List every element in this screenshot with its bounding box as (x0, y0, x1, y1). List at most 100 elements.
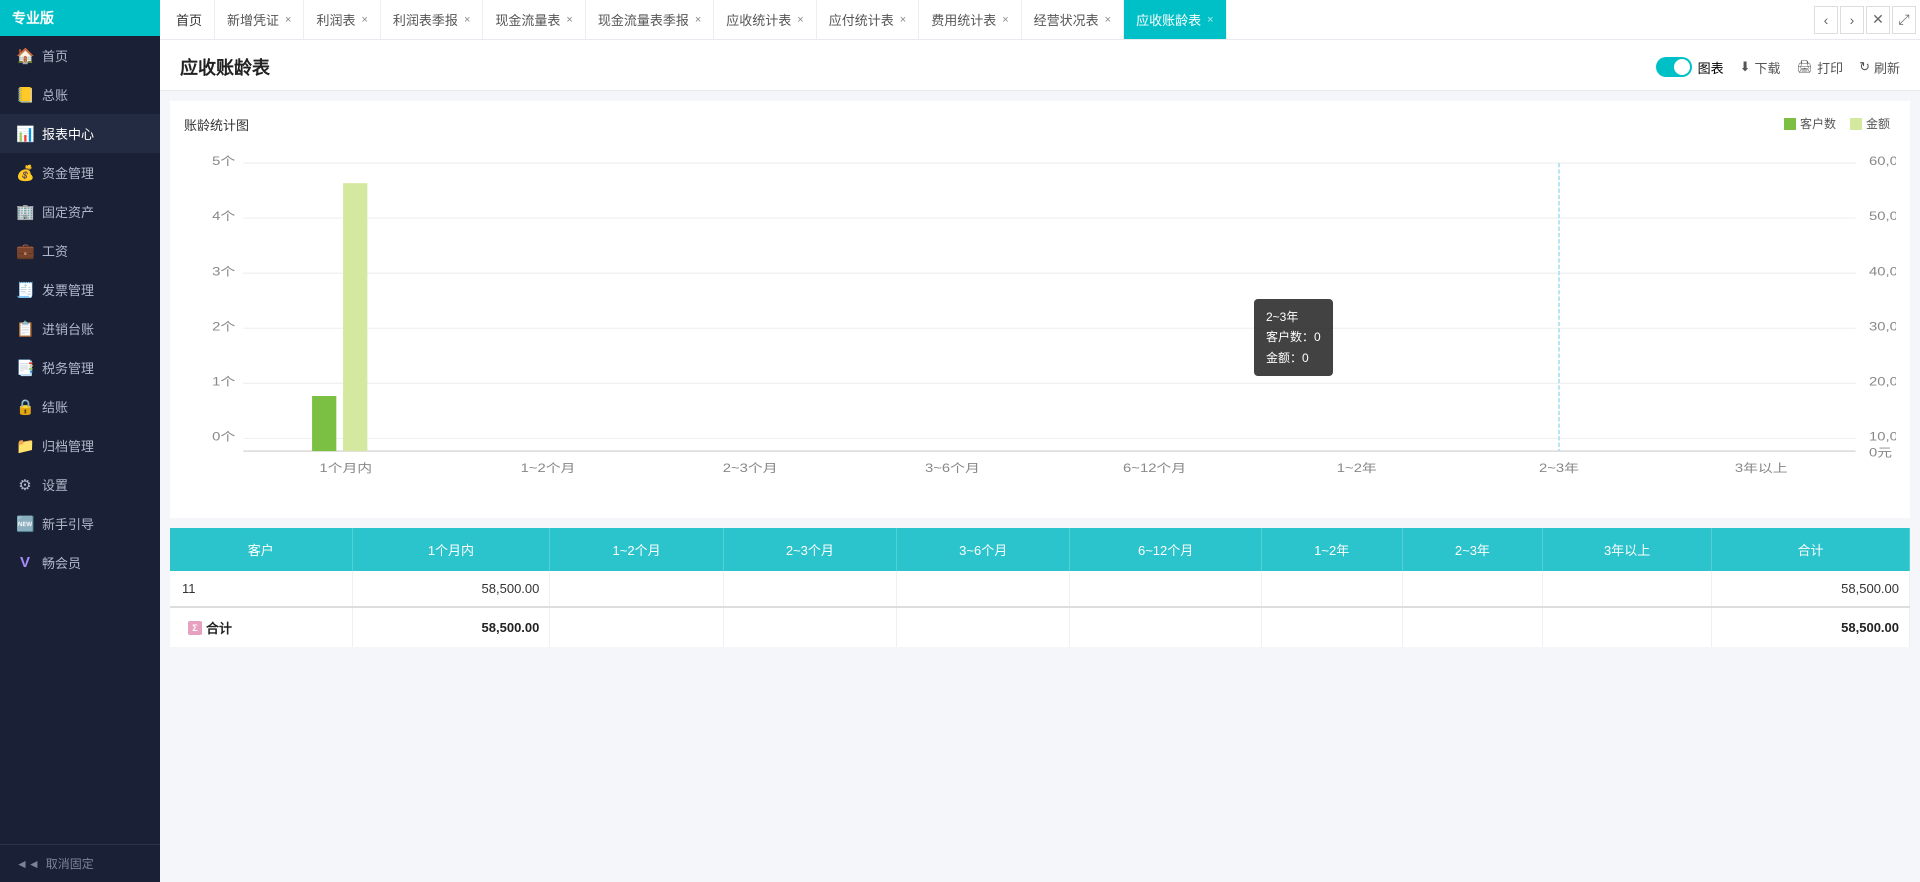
tab-next-button[interactable]: › (1840, 6, 1864, 34)
sidebar-item-asset[interactable]: 🏢 固定资产 (0, 192, 160, 231)
cell-total: 58,500.00 (1712, 571, 1910, 607)
download-icon: ⬇ (1740, 59, 1751, 75)
cell-y3plus (1543, 571, 1712, 607)
sidebar-item-vip[interactable]: V 畅会员 (0, 543, 160, 582)
sidebar-item-invoice[interactable]: 🧾 发票管理 (0, 270, 160, 309)
col-header-m3-6: 3~6个月 (897, 528, 1070, 571)
tab-cashflow-q-close[interactable]: × (695, 14, 701, 26)
sidebar-item-salary[interactable]: 💼 工资 (0, 231, 160, 270)
chart-toggle[interactable]: 图表 (1656, 57, 1724, 77)
download-label: 下载 (1755, 58, 1781, 77)
svg-text:3个: 3个 (212, 265, 235, 278)
svg-text:0个: 0个 (212, 430, 235, 443)
sidebar-item-fund[interactable]: 💰 资金管理 (0, 153, 160, 192)
tab-ar-stat-close[interactable]: × (797, 14, 803, 26)
svg-text:60,000.00元: 60,000.00元 (1869, 155, 1896, 168)
sidebar-item-settings[interactable]: ⚙ 设置 (0, 465, 160, 504)
report-icon: 📊 (16, 125, 34, 143)
cell-m2-3 (723, 571, 896, 607)
tab-profit-q-close[interactable]: × (464, 14, 470, 26)
legend-customers-color (1784, 118, 1796, 130)
tab-expand-button[interactable]: ⤢ (1892, 6, 1916, 34)
refresh-icon: ↻ (1859, 59, 1870, 75)
tab-cashflow-q[interactable]: 现金流量表季报 × (586, 0, 714, 40)
footer-y1-2 (1261, 607, 1402, 647)
table-footer-row: Σ 合计 58,500.00 58,500.00 (170, 607, 1910, 647)
tab-profit-close[interactable]: × (361, 14, 367, 26)
tab-cashflow[interactable]: 现金流量表 × (483, 0, 585, 40)
sidebar-item-tax[interactable]: 📑 税务管理 (0, 348, 160, 387)
footer-label-text: 合计 (206, 618, 232, 637)
tab-home[interactable]: 首页 (164, 0, 215, 40)
svg-text:40,000.00元: 40,000.00元 (1869, 265, 1896, 278)
sidebar-item-sales-label: 进销台账 (42, 319, 94, 338)
sidebar-item-close[interactable]: 🔒 结账 (0, 387, 160, 426)
col-header-m1-2: 1~2个月 (550, 528, 723, 571)
table-header-row: 客户 1个月内 1~2个月 2~3个月 3~6个月 6~12个月 1~2年 2~… (170, 528, 1910, 571)
svg-text:30,000.00元: 30,000.00元 (1869, 320, 1896, 333)
svg-text:2~3年: 2~3年 (1539, 462, 1579, 475)
sidebar-unpin-button[interactable]: ◄◄ 取消固定 (0, 844, 160, 882)
tab-voucher-label: 新增凭证 (227, 10, 279, 29)
table-row: 11 58,500.00 58,500.00 (170, 571, 1910, 607)
vip-icon: V (16, 554, 34, 571)
tax-icon: 📑 (16, 359, 34, 377)
svg-text:6~12个月: 6~12个月 (1123, 462, 1186, 475)
main-area: 首页 新增凭证 × 利润表 × 利润表季报 × 现金流量表 × 现金流量表季报 … (160, 0, 1920, 882)
tab-profit[interactable]: 利润表 × (304, 0, 380, 40)
unpin-icon: ◄◄ (16, 857, 40, 871)
tab-ar-aging-close[interactable]: × (1207, 14, 1213, 26)
sidebar-item-report-label: 报表中心 (42, 124, 94, 143)
legend-amount: 金额 (1850, 115, 1890, 132)
archive-icon: 📁 (16, 437, 34, 455)
download-button[interactable]: ⬇ 下载 (1740, 58, 1781, 77)
tab-expense-label: 费用统计表 (931, 10, 996, 29)
sidebar-item-guide[interactable]: 🆕 新手引导 (0, 504, 160, 543)
toggle-track[interactable] (1656, 57, 1692, 77)
tab-close-all-button[interactable]: ✕ (1866, 6, 1890, 34)
toggle-label: 图表 (1698, 58, 1724, 77)
sidebar-item-archive[interactable]: 📁 归档管理 (0, 426, 160, 465)
tab-biz-status-close[interactable]: × (1105, 14, 1111, 26)
tab-ar-stat-label: 应收统计表 (726, 10, 791, 29)
col-header-m2-3: 2~3个月 (723, 528, 896, 571)
col-header-total: 合计 (1712, 528, 1910, 571)
bar-amount-0 (343, 183, 367, 451)
svg-text:3年以上: 3年以上 (1735, 462, 1788, 475)
unpin-label: 取消固定 (46, 855, 94, 872)
sidebar-item-home-label: 首页 (42, 46, 68, 65)
svg-text:1个: 1个 (212, 375, 235, 388)
tab-ar-stat[interactable]: 应收统计表 × (714, 0, 816, 40)
data-table: 客户 1个月内 1~2个月 2~3个月 3~6个月 6~12个月 1~2年 2~… (170, 528, 1910, 647)
sidebar-item-report[interactable]: 📊 报表中心 (0, 114, 160, 153)
ledger-icon: 📒 (16, 86, 34, 104)
refresh-label: 刷新 (1874, 58, 1900, 77)
tab-ap-stat-close[interactable]: × (900, 14, 906, 26)
tab-voucher[interactable]: 新增凭证 × (215, 0, 304, 40)
tab-voucher-close[interactable]: × (285, 14, 291, 26)
refresh-button[interactable]: ↻ 刷新 (1859, 58, 1900, 77)
print-button[interactable]: 🖨 打印 (1797, 58, 1844, 77)
toggle-thumb (1674, 59, 1690, 75)
total-icon: Σ (188, 621, 202, 635)
svg-text:1~2个月: 1~2个月 (521, 462, 576, 475)
tab-expense-close[interactable]: × (1002, 14, 1008, 26)
tab-biz-status[interactable]: 经营状况表 × (1022, 0, 1124, 40)
tab-cashflow-close[interactable]: × (566, 14, 572, 26)
tab-ap-stat-label: 应付统计表 (829, 10, 894, 29)
fund-icon: 💰 (16, 164, 34, 182)
footer-m2-3 (723, 607, 896, 647)
sidebar-item-home[interactable]: 🏠 首页 (0, 36, 160, 75)
tab-ar-aging[interactable]: 应收账龄表 × (1124, 0, 1226, 40)
tab-expense[interactable]: 费用统计表 × (919, 0, 1021, 40)
tab-ap-stat[interactable]: 应付统计表 × (817, 0, 919, 40)
chart-container: 账龄统计图 客户数 金额 5个 4个 3个 2个 1个 (170, 101, 1910, 518)
tab-prev-button[interactable]: ‹ (1814, 6, 1838, 34)
cell-m1-2 (550, 571, 723, 607)
asset-icon: 🏢 (16, 203, 34, 221)
sidebar-item-ledger[interactable]: 📒 总账 (0, 75, 160, 114)
legend-customers-label: 客户数 (1800, 115, 1836, 132)
tab-cashflow-label: 现金流量表 (495, 10, 560, 29)
sidebar-item-sales[interactable]: 📋 进销台账 (0, 309, 160, 348)
tab-profit-q[interactable]: 利润表季报 × (381, 0, 483, 40)
